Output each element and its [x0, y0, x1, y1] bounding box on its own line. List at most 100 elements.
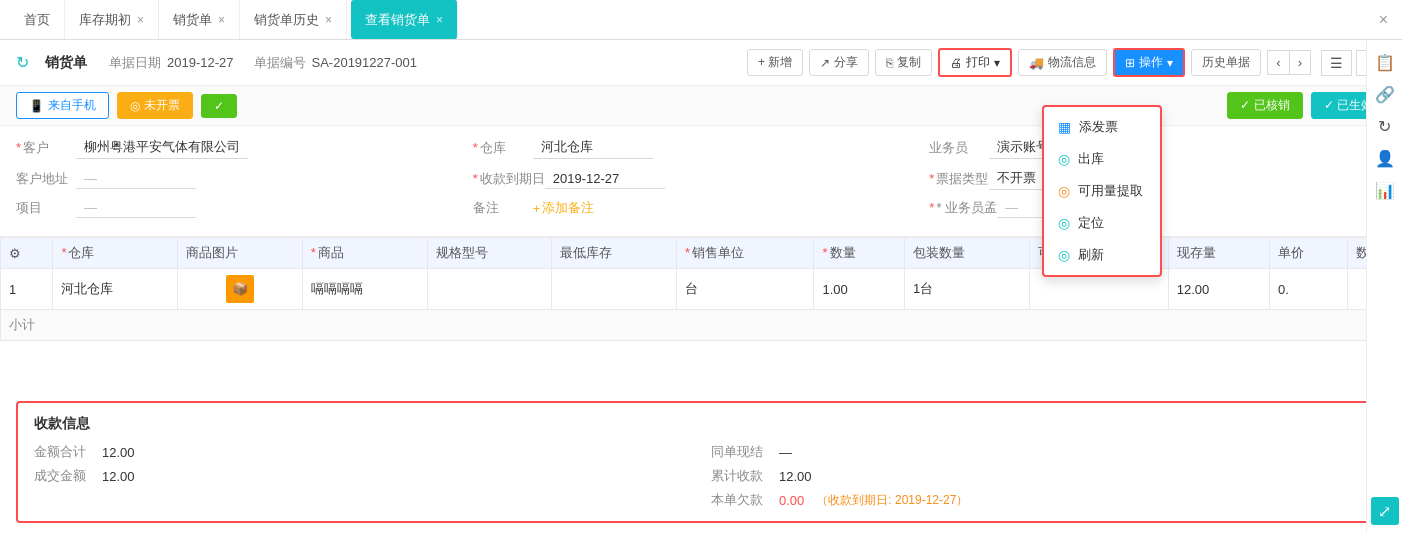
col-warehouse: 仓库 [53, 238, 178, 269]
payment-grid: 金额合计 12.00 同单现结 — 成交金额 12.00 累计收款 12.00 … [34, 443, 1368, 509]
window-close-button[interactable]: × [1375, 7, 1392, 33]
nav-next-button[interactable]: › [1290, 50, 1311, 75]
menu-add-invoice[interactable]: ▦ 添发票 [1044, 111, 1160, 143]
warehouse-value[interactable]: 河北仓库 [533, 136, 653, 159]
tab-sales-order-history-close[interactable]: × [325, 13, 332, 27]
payment-cumulative-value: 12.00 [779, 469, 812, 484]
sidebar-icon-3[interactable]: ↻ [1371, 112, 1399, 140]
sidebar-icon-5[interactable]: 📊 [1371, 176, 1399, 204]
ticket-icon: ◎ [130, 99, 140, 113]
share-button[interactable]: ↗ 分享 [809, 49, 869, 76]
tab-sales-order[interactable]: 销货单 × [159, 0, 240, 39]
row-warehouse[interactable]: 河北仓库 [53, 269, 178, 310]
data-table: ⚙ 仓库 商品图片 商品 规格型号 最低库存 销售单位 数量 包装数量 可用量 … [0, 237, 1402, 341]
right-sidebar: 📋 🔗 ↻ 👤 📊 ⤢ [1366, 40, 1402, 533]
project-value[interactable]: — [76, 198, 196, 218]
payment-transaction-value: 12.00 [102, 469, 135, 484]
row-pkg-qty[interactable]: 1台 [904, 269, 1029, 310]
locate-label: 定位 [1078, 214, 1104, 232]
address-field: 客户地址 — [16, 169, 473, 189]
address-value[interactable]: — [76, 169, 196, 189]
row-product[interactable]: 嗝嗝嗝嗝 [302, 269, 427, 310]
nav-prev-button[interactable]: ‹ [1267, 50, 1289, 75]
logistics-button[interactable]: 🚚 物流信息 [1018, 49, 1107, 76]
print-button[interactable]: 🖨 打印 ▾ [938, 48, 1012, 77]
ops-dropdown-arrow[interactable]: ▾ [1167, 56, 1173, 70]
sidebar-expand-icon[interactable]: ⤢ [1371, 497, 1399, 525]
form-row-2: 客户地址 — 收款到期日 2019-12-27 票据类型 不开票 [16, 167, 1386, 190]
payment-same-order-value: — [779, 445, 792, 460]
tab-home[interactable]: 首页 [10, 0, 65, 39]
table-row: 1 河北仓库 📦 嗝嗝嗝嗝 台 1.00 1台 12.00 0. [1, 269, 1402, 310]
copy-button[interactable]: ⎘ 复制 [875, 49, 932, 76]
customer-field: 客户 柳州粤港平安气体有限公司 [16, 136, 473, 159]
subtotal-label: 小计 [1, 310, 1402, 341]
row-stock-qty[interactable]: 12.00 [1168, 269, 1269, 310]
tab-sales-order-label: 销货单 [173, 11, 212, 29]
col-qty: 数量 [814, 238, 904, 269]
ops-dropdown-menu: ▦ 添发票 ◎ 出库 ◎ 可用量提取 ◎ 定位 ◎ 刷新 [1042, 105, 1162, 277]
tab-inventory-init-close[interactable]: × [137, 13, 144, 27]
col-unit: 销售单位 [677, 238, 814, 269]
customer-value[interactable]: 柳州粤港平安气体有限公司 [76, 136, 248, 159]
copy-button-label: 复制 [897, 54, 921, 71]
col-product: 商品 [302, 238, 427, 269]
history-button[interactable]: 历史单据 [1191, 49, 1261, 76]
payment-cumulative-label: 累计收款 [711, 467, 771, 485]
row-min-stock[interactable] [552, 269, 677, 310]
doc-date-field: 单据日期 2019-12-27 [109, 54, 234, 72]
from-phone-button[interactable]: 📱 来自手机 [16, 92, 109, 119]
tab-view-sales-order-label: 查看销货单 [365, 11, 430, 29]
tab-view-sales-order-close[interactable]: × [436, 13, 443, 27]
product-image: 📦 [226, 275, 254, 303]
add-note-button[interactable]: + 添加备注 [533, 199, 595, 217]
already-sold-button[interactable]: ✓ 已核销 [1227, 92, 1302, 119]
tab-sales-order-history[interactable]: 销货单历史 × [240, 0, 347, 39]
doc-date-label: 单据日期 [109, 54, 161, 72]
payment-title: 收款信息 [34, 415, 1368, 433]
payment-same-order-label: 同单现结 [711, 443, 771, 461]
col-pkg-qty: 包装数量 [904, 238, 1029, 269]
from-phone-label: 来自手机 [48, 97, 96, 114]
col-stock-qty: 现存量 [1168, 238, 1269, 269]
doc-meta: 单据日期 2019-12-27 单据编号 SA-20191227-001 [109, 54, 417, 72]
main-content: ↻ 销货单 单据日期 2019-12-27 单据编号 SA-20191227-0… [0, 40, 1402, 533]
tab-inventory-init[interactable]: 库存期初 × [65, 0, 159, 39]
locate-icon: ◎ [1058, 215, 1070, 231]
tab-sales-order-close[interactable]: × [218, 13, 225, 27]
list-view-icon[interactable]: ☰ [1321, 50, 1352, 76]
menu-outbound[interactable]: ◎ 出库 [1044, 143, 1160, 175]
row-spec[interactable] [427, 269, 552, 310]
row-qty[interactable]: 1.00 [814, 269, 904, 310]
payment-owed-value: 0.00 [779, 493, 804, 508]
row-unit-price[interactable]: 0. [1270, 269, 1348, 310]
note-field: 备注 + 添加备注 [473, 199, 930, 217]
sidebar-icon-4[interactable]: 👤 [1371, 144, 1399, 172]
check-button[interactable]: ✓ [201, 94, 237, 118]
payment-date-value[interactable]: 2019-12-27 [545, 169, 665, 189]
doc-date-value: 2019-12-27 [167, 55, 234, 70]
ticket-type-label: 票据类型 [929, 170, 989, 188]
customer-label: 客户 [16, 139, 76, 157]
payment-total-value: 12.00 [102, 445, 135, 460]
note-label: 备注 [473, 199, 533, 217]
payment-total-label: 金额合计 [34, 443, 94, 461]
share-button-label: 分享 [834, 54, 858, 71]
sidebar-icon-2[interactable]: 🔗 [1371, 80, 1399, 108]
new-button[interactable]: + 新增 [747, 49, 803, 76]
col-settings[interactable]: ⚙ [1, 238, 53, 269]
menu-refresh[interactable]: ◎ 刷新 [1044, 239, 1160, 271]
tab-view-sales-order[interactable]: 查看销货单 × [351, 0, 458, 39]
row-unit[interactable]: 台 [677, 269, 814, 310]
not-open-ticket-button[interactable]: ◎ 未开票 [117, 92, 193, 119]
print-dropdown-arrow[interactable]: ▾ [994, 56, 1000, 70]
payment-owed-label: 本单欠款 [711, 491, 771, 509]
sidebar-icon-1[interactable]: 📋 [1371, 48, 1399, 76]
doc-type-icon: ↻ [16, 53, 29, 72]
menu-locate[interactable]: ◎ 定位 [1044, 207, 1160, 239]
form-section: 客户 柳州粤港平安气体有限公司 仓库 河北仓库 业务员 演示账号 客户地址 — … [0, 126, 1402, 237]
ops-button[interactable]: ⊞ 操作 ▾ [1113, 48, 1185, 77]
payment-same-order-row: 同单现结 — [711, 443, 1368, 461]
row-image: 📦 [178, 269, 303, 310]
menu-available-qty[interactable]: ◎ 可用量提取 [1044, 175, 1160, 207]
